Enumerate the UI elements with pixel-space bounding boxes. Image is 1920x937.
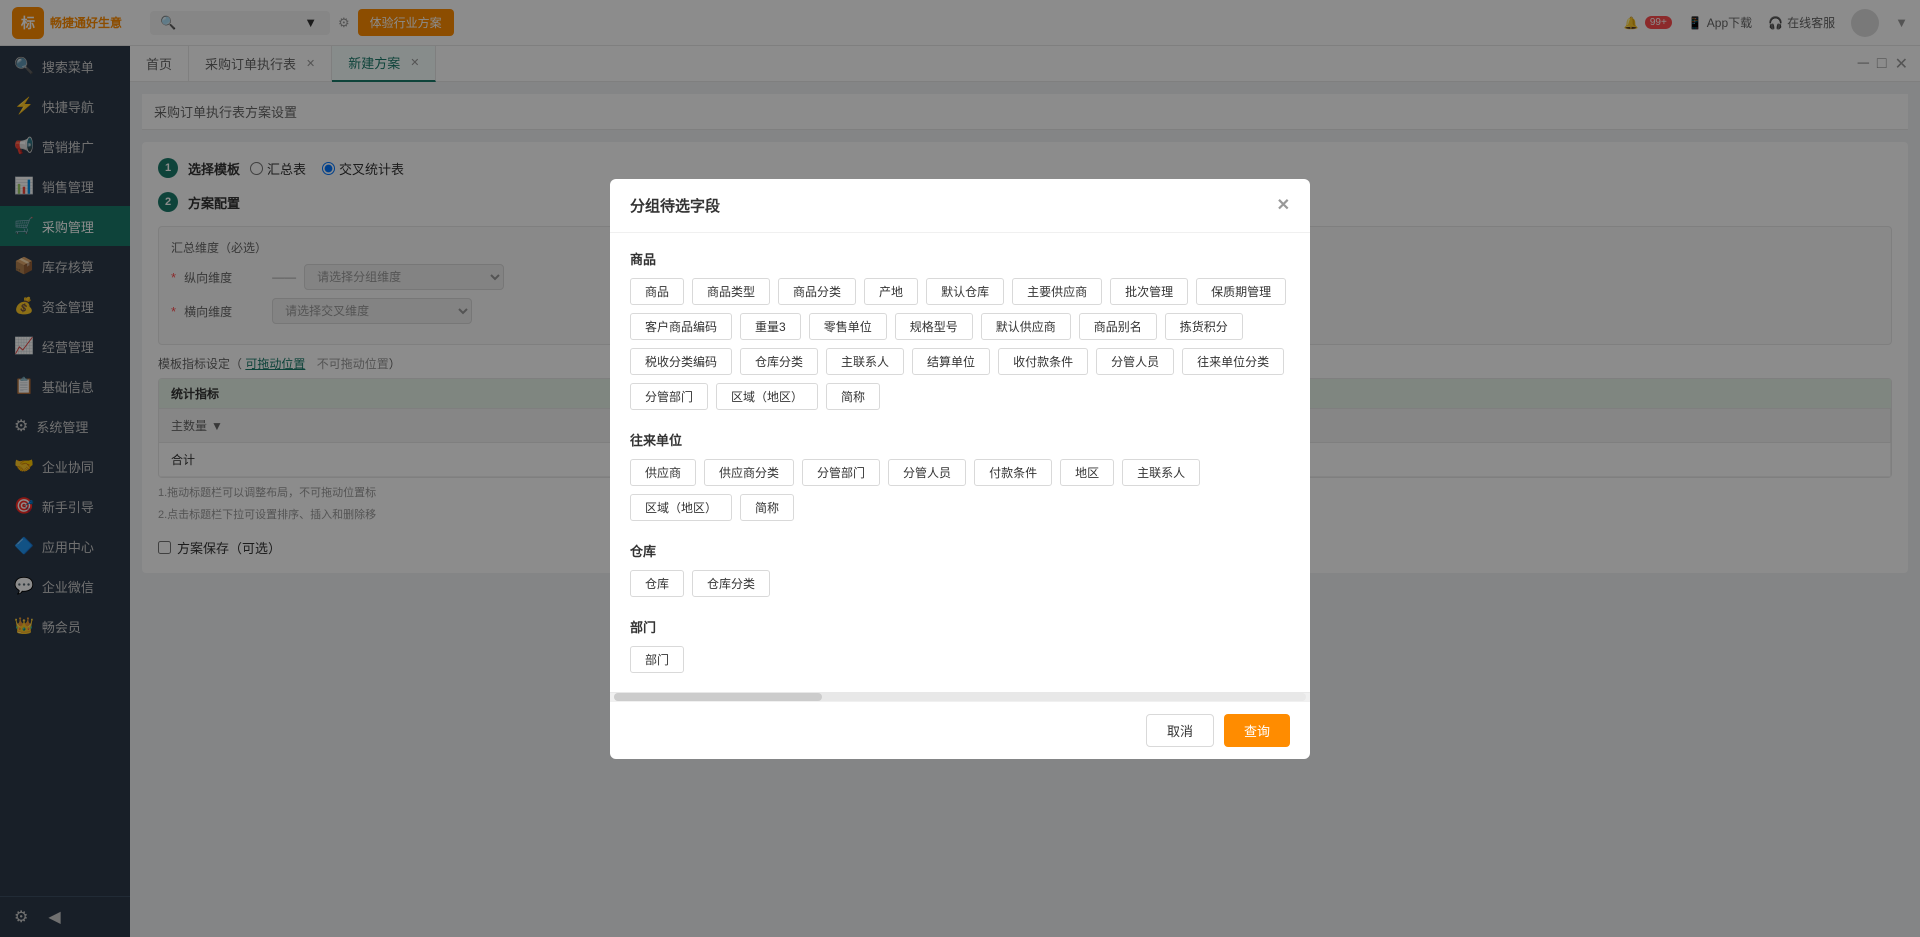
field-select-modal: 分组待选字段 ✕ 商品 商品 商品类型 商品分类 产地 默认仓库 主要供应商 批… (610, 179, 1310, 759)
scrollbar-track (614, 693, 1306, 701)
field-tag-goods-9[interactable]: 重量3 (740, 313, 801, 340)
modal-hscrollbar[interactable] (610, 692, 1310, 701)
section-department: 部门 部门 (630, 617, 1290, 673)
field-tag-goods-8[interactable]: 客户商品编码 (630, 313, 732, 340)
modal-footer: 取消 查询 (610, 701, 1310, 759)
field-tag-goods-13[interactable]: 商品别名 (1079, 313, 1157, 340)
field-tag-goods-12[interactable]: 默认供应商 (981, 313, 1071, 340)
field-tag-warehouse-1[interactable]: 仓库分类 (692, 570, 770, 597)
section-goods: 商品 商品 商品类型 商品分类 产地 默认仓库 主要供应商 批次管理 保质期管理… (630, 249, 1290, 410)
field-tag-goods-24[interactable]: 简称 (826, 383, 880, 410)
section-department-title: 部门 (630, 617, 1290, 636)
field-tag-goods-7[interactable]: 保质期管理 (1196, 278, 1286, 305)
field-tag-goods-15[interactable]: 税收分类编码 (630, 348, 732, 375)
modal-title: 分组待选字段 (630, 195, 720, 216)
scrollbar-thumb[interactable] (614, 693, 822, 701)
field-tag-partner-3[interactable]: 分管人员 (888, 459, 966, 486)
field-tag-warehouse-0[interactable]: 仓库 (630, 570, 684, 597)
section-partner-title: 往来单位 (630, 430, 1290, 449)
field-tag-goods-17[interactable]: 主联系人 (826, 348, 904, 375)
goods-field-tags: 商品 商品类型 商品分类 产地 默认仓库 主要供应商 批次管理 保质期管理 客户… (630, 278, 1290, 410)
field-tag-goods-18[interactable]: 结算单位 (912, 348, 990, 375)
field-tag-goods-22[interactable]: 分管部门 (630, 383, 708, 410)
field-tag-partner-8[interactable]: 简称 (740, 494, 794, 521)
section-warehouse-title: 仓库 (630, 541, 1290, 560)
section-goods-title: 商品 (630, 249, 1290, 268)
field-tag-goods-3[interactable]: 产地 (864, 278, 918, 305)
field-tag-goods-14[interactable]: 拣货积分 (1165, 313, 1243, 340)
modal-overlay: 分组待选字段 ✕ 商品 商品 商品类型 商品分类 产地 默认仓库 主要供应商 批… (0, 0, 1920, 937)
field-tag-partner-0[interactable]: 供应商 (630, 459, 696, 486)
field-tag-goods-1[interactable]: 商品类型 (692, 278, 770, 305)
field-tag-partner-2[interactable]: 分管部门 (802, 459, 880, 486)
field-tag-department-0[interactable]: 部门 (630, 646, 684, 673)
field-tag-goods-16[interactable]: 仓库分类 (740, 348, 818, 375)
field-tag-goods-5[interactable]: 主要供应商 (1012, 278, 1102, 305)
field-tag-goods-10[interactable]: 零售单位 (809, 313, 887, 340)
field-tag-goods-20[interactable]: 分管人员 (1096, 348, 1174, 375)
warehouse-field-tags: 仓库 仓库分类 (630, 570, 1290, 597)
modal-confirm-button[interactable]: 查询 (1224, 714, 1290, 747)
field-tag-goods-6[interactable]: 批次管理 (1110, 278, 1188, 305)
field-tag-goods-11[interactable]: 规格型号 (895, 313, 973, 340)
field-tag-partner-5[interactable]: 地区 (1060, 459, 1114, 486)
modal-header: 分组待选字段 ✕ (610, 179, 1310, 233)
field-tag-partner-1[interactable]: 供应商分类 (704, 459, 794, 486)
modal-cancel-button[interactable]: 取消 (1146, 714, 1214, 747)
field-tag-partner-6[interactable]: 主联系人 (1122, 459, 1200, 486)
partner-field-tags: 供应商 供应商分类 分管部门 分管人员 付款条件 地区 主联系人 区域（地区） … (630, 459, 1290, 521)
field-tag-goods-2[interactable]: 商品分类 (778, 278, 856, 305)
department-field-tags: 部门 (630, 646, 1290, 673)
field-tag-goods-4[interactable]: 默认仓库 (926, 278, 1004, 305)
field-tag-partner-7[interactable]: 区域（地区） (630, 494, 732, 521)
field-tag-goods-19[interactable]: 收付款条件 (998, 348, 1088, 375)
modal-body[interactable]: 商品 商品 商品类型 商品分类 产地 默认仓库 主要供应商 批次管理 保质期管理… (610, 233, 1310, 692)
section-warehouse: 仓库 仓库 仓库分类 (630, 541, 1290, 597)
field-tag-goods-23[interactable]: 区域（地区） (716, 383, 818, 410)
section-partner: 往来单位 供应商 供应商分类 分管部门 分管人员 付款条件 地区 主联系人 区域… (630, 430, 1290, 521)
field-tag-goods-21[interactable]: 往来单位分类 (1182, 348, 1284, 375)
modal-close-button[interactable]: ✕ (1277, 195, 1290, 215)
field-tag-partner-4[interactable]: 付款条件 (974, 459, 1052, 486)
field-tag-goods-0[interactable]: 商品 (630, 278, 684, 305)
